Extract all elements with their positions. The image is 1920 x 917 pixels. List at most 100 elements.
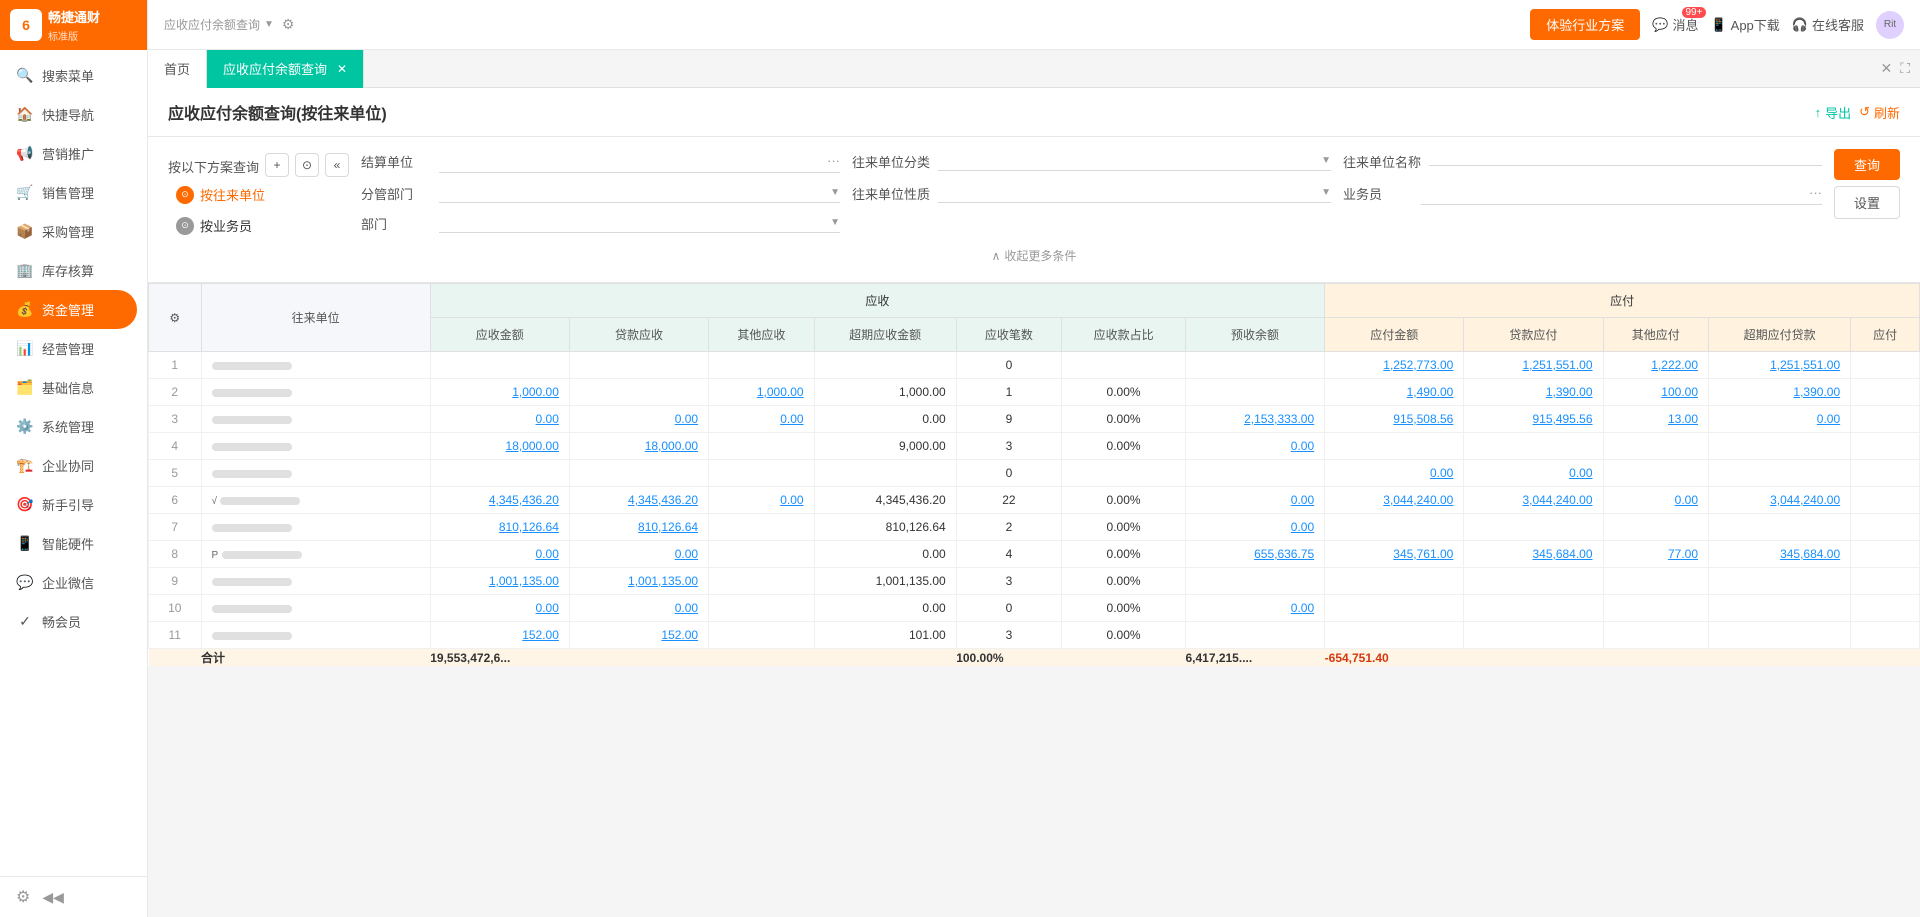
table-cell[interactable]: 345,761.00 — [1325, 541, 1464, 568]
table-cell[interactable] — [1709, 595, 1851, 622]
table-cell[interactable] — [430, 460, 569, 487]
table-cell[interactable]: 0.00 — [430, 541, 569, 568]
table-cell[interactable]: 0.00 — [430, 595, 569, 622]
table-cell[interactable] — [1709, 433, 1851, 460]
table-cell[interactable] — [1603, 622, 1708, 649]
table-cell[interactable] — [1603, 568, 1708, 595]
table-cell[interactable] — [709, 622, 814, 649]
table-cell[interactable] — [1709, 460, 1851, 487]
table-cell[interactable]: 1,390.00 — [1464, 379, 1603, 406]
settings-scheme-button[interactable]: ⊙ — [295, 153, 319, 177]
table-cell[interactable] — [569, 460, 708, 487]
table-cell[interactable] — [1603, 460, 1708, 487]
table-cell[interactable] — [1185, 352, 1324, 379]
sidebar-item-operations[interactable]: 📊 经营管理 — [0, 329, 147, 368]
export-button[interactable]: ↑ 导出 — [1815, 103, 1852, 122]
message-button[interactable]: 💬 消息 99+ — [1652, 15, 1698, 34]
table-cell[interactable]: 100.00 — [1603, 379, 1708, 406]
table-cell[interactable] — [1603, 514, 1708, 541]
footer-ap-amount[interactable]: -654,751.40 — [1325, 649, 1464, 667]
table-settings-header[interactable]: ⚙ — [149, 284, 202, 352]
unit-name-input[interactable] — [1429, 157, 1822, 166]
table-cell[interactable]: 3,044,240.00 — [1325, 487, 1464, 514]
table-cell[interactable]: 0.00 — [1709, 406, 1851, 433]
table-cell[interactable] — [709, 568, 814, 595]
setting-button[interactable]: 设置 — [1834, 186, 1900, 219]
breadcrumb-chevron-icon[interactable]: ▼ — [264, 19, 274, 30]
table-cell[interactable]: 1,000.00 — [430, 379, 569, 406]
table-cell[interactable] — [1464, 568, 1603, 595]
sidebar-item-finance[interactable]: 💰 资金管理 — [0, 290, 137, 329]
sidebar-item-quick-nav[interactable]: 🏠 快捷导航 — [0, 95, 147, 134]
table-cell[interactable]: 0.00 — [1185, 487, 1324, 514]
table-cell[interactable]: 18,000.00 — [430, 433, 569, 460]
table-cell[interactable]: 0.00 — [709, 406, 814, 433]
table-cell[interactable] — [709, 541, 814, 568]
table-cell[interactable]: 1,001,135.00 — [569, 568, 708, 595]
app-download-button[interactable]: 📱 App下载 — [1710, 15, 1779, 34]
refresh-button[interactable]: ↺ 刷新 — [1859, 103, 1900, 122]
table-cell[interactable]: 18,000.00 — [569, 433, 708, 460]
table-cell[interactable] — [1603, 433, 1708, 460]
table-cell[interactable]: 915,508.56 — [1325, 406, 1464, 433]
header-settings-icon[interactable]: ⚙ — [282, 16, 295, 33]
table-cell[interactable] — [709, 514, 814, 541]
table-cell[interactable]: 1,390.00 — [1709, 379, 1851, 406]
table-cell[interactable] — [1464, 595, 1603, 622]
table-cell[interactable] — [1709, 622, 1851, 649]
table-cell[interactable] — [1325, 622, 1464, 649]
user-avatar-area[interactable]: Rit — [1876, 11, 1904, 39]
sidebar-item-purchase[interactable]: 📦 采购管理 — [0, 212, 147, 251]
table-cell[interactable]: 2,153,333.00 — [1185, 406, 1324, 433]
table-cell[interactable]: 152.00 — [430, 622, 569, 649]
settings-bottom-icon[interactable]: ⚙ — [16, 887, 30, 907]
table-cell[interactable] — [1709, 568, 1851, 595]
table-cell[interactable] — [709, 595, 814, 622]
table-cell[interactable]: 1,001,135.00 — [430, 568, 569, 595]
table-cell[interactable]: 0.00 — [1185, 514, 1324, 541]
department-input[interactable]: ▼ — [439, 213, 840, 233]
tab-close-icon[interactable]: ✕ — [337, 62, 347, 76]
table-cell[interactable] — [1603, 595, 1708, 622]
table-cell[interactable]: 3,044,240.00 — [1709, 487, 1851, 514]
unit-nature-input[interactable]: ▼ — [938, 183, 1331, 203]
query-button[interactable]: 查询 — [1834, 149, 1900, 180]
table-cell[interactable]: 0.00 — [569, 406, 708, 433]
settlement-unit-input[interactable]: ··· — [439, 149, 840, 173]
sidebar-item-member[interactable]: ✓ 畅会员 — [0, 602, 147, 641]
table-cell[interactable]: 915,495.56 — [1464, 406, 1603, 433]
table-cell[interactable]: 4,345,436.20 — [569, 487, 708, 514]
table-cell[interactable] — [1185, 379, 1324, 406]
sidebar-item-basic[interactable]: 🗂️ 基础信息 — [0, 368, 147, 407]
table-cell[interactable]: 1,251,551.00 — [1709, 352, 1851, 379]
table-cell[interactable]: 0.00 — [1185, 595, 1324, 622]
sidebar-item-system[interactable]: ⚙️ 系统管理 — [0, 407, 147, 446]
scheme-by-unit[interactable]: ⊙ 按往来单位 — [168, 181, 349, 208]
table-cell[interactable]: 1,000.00 — [709, 379, 814, 406]
table-cell[interactable] — [1325, 514, 1464, 541]
table-cell[interactable] — [1709, 514, 1851, 541]
tab-close-all-icon[interactable]: ✕ — [1880, 60, 1892, 77]
table-cell[interactable] — [1185, 568, 1324, 595]
table-cell[interactable]: 0.00 — [1325, 460, 1464, 487]
table-cell[interactable] — [1325, 568, 1464, 595]
table-cell[interactable]: 1,252,773.00 — [1325, 352, 1464, 379]
table-cell[interactable]: 77.00 — [1603, 541, 1708, 568]
table-cell[interactable]: 0.00 — [1185, 433, 1324, 460]
service-button[interactable]: 🎧 在线客服 — [1792, 15, 1864, 34]
table-cell[interactable] — [569, 379, 708, 406]
sidebar-item-inventory[interactable]: 🏢 库存核算 — [0, 251, 147, 290]
table-cell[interactable] — [1325, 595, 1464, 622]
tab-expand-icon[interactable]: ⛶ — [1900, 60, 1910, 77]
salesperson-input[interactable]: ··· — [1421, 181, 1822, 205]
table-cell[interactable]: 810,126.64 — [430, 514, 569, 541]
table-cell[interactable]: 345,684.00 — [1464, 541, 1603, 568]
scheme-by-staff[interactable]: ⊙ 按业务员 — [168, 212, 349, 239]
promo-button[interactable]: 体验行业方案 — [1530, 9, 1640, 40]
sidebar-item-marketing[interactable]: 📢 营销推广 — [0, 134, 147, 173]
collapse-scheme-button[interactable]: « — [325, 153, 349, 177]
sidebar-item-wechat[interactable]: 💬 企业微信 — [0, 563, 147, 602]
table-cell[interactable]: 810,126.64 — [569, 514, 708, 541]
tab-ar-ap[interactable]: 应收应付余额查询 ✕ — [207, 50, 364, 88]
table-cell[interactable]: 0.00 — [569, 541, 708, 568]
